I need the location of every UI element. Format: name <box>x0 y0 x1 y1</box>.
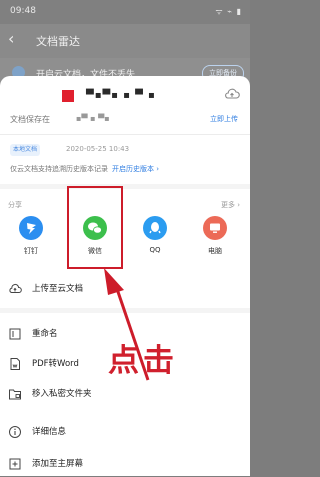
annotation-arrow-icon <box>104 268 150 381</box>
annotation-text: 点击 <box>108 343 178 379</box>
